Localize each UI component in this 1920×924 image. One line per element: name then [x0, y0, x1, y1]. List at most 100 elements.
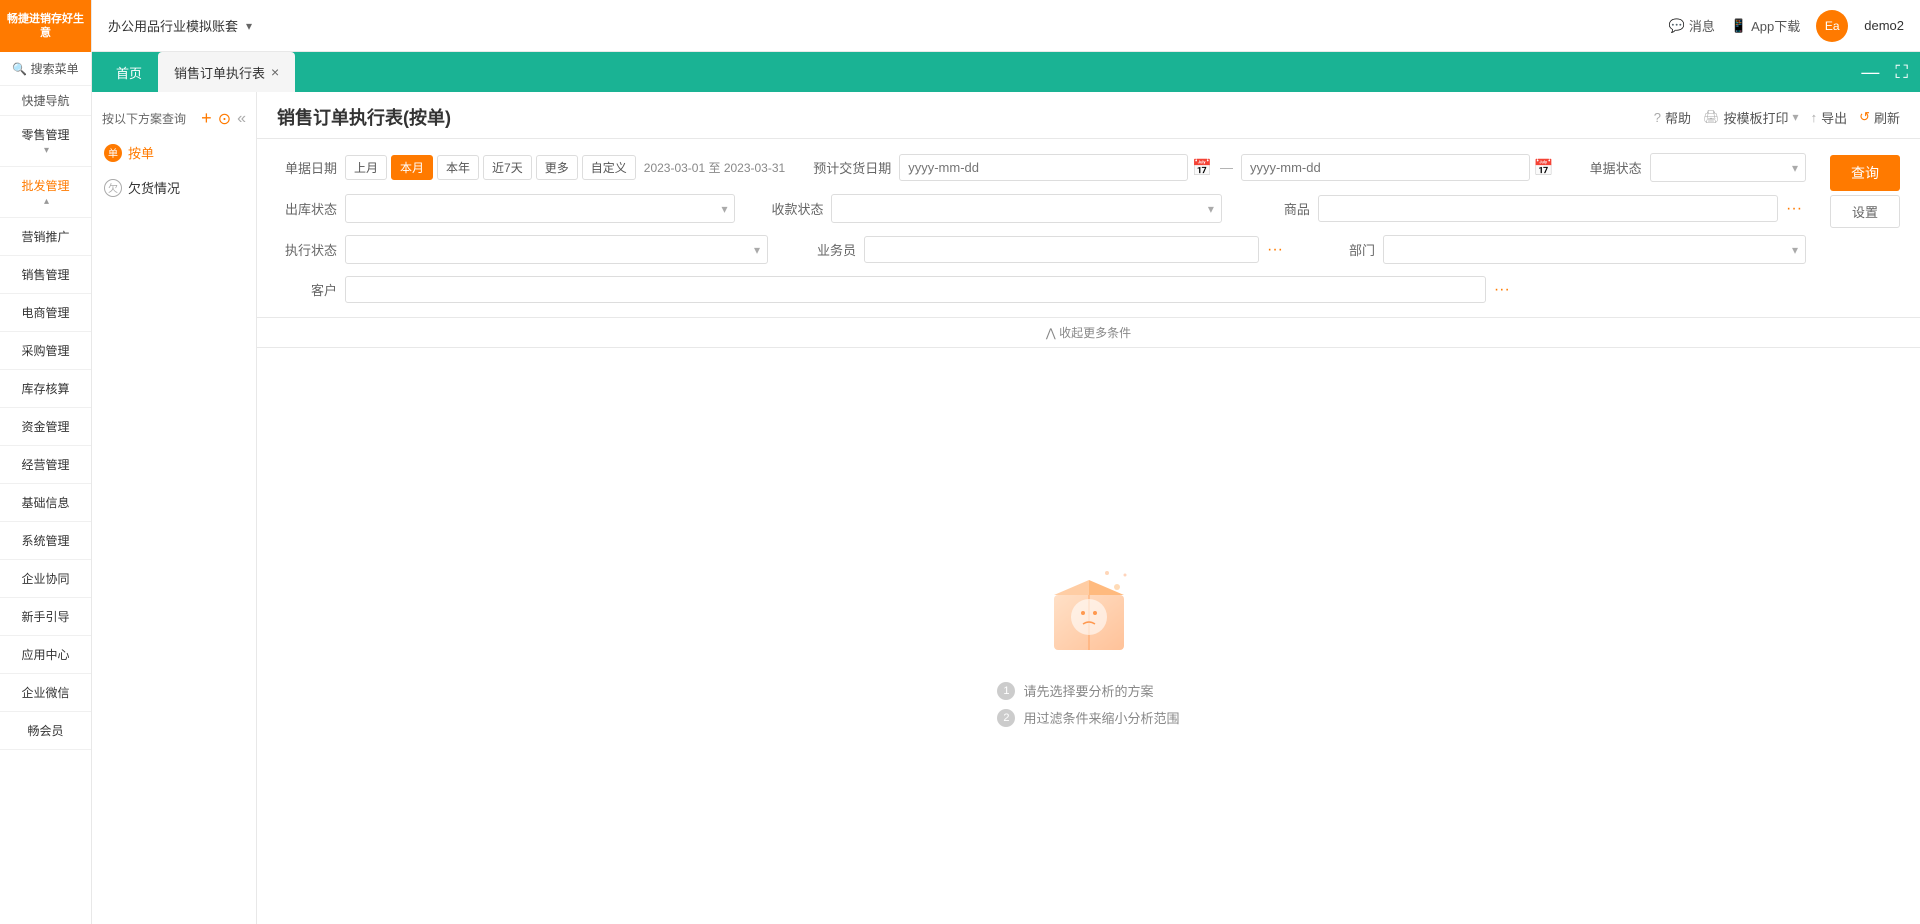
tab-sales-order[interactable]: 销售订单执行表 × [158, 52, 295, 92]
sidebar-item-system[interactable]: 系统管理 [0, 522, 91, 560]
department-wrapper [1383, 235, 1806, 264]
date-btn-more[interactable]: 更多 [536, 155, 578, 180]
goods-dots-btn[interactable]: ··· [1782, 200, 1806, 218]
user-name: demo2 [1864, 18, 1904, 33]
sidebar-item-retail[interactable]: 零售管理 ▾ [0, 116, 91, 167]
left-panel-item-shortage[interactable]: 欠 欠货情况 [92, 170, 256, 205]
receipt-status-select[interactable] [831, 194, 1221, 223]
right-panel: 销售订单执行表(按单) ? 帮助 🖨 按模板打印 ▾ ↑ 导出 [257, 92, 1920, 924]
print-btn[interactable]: 🖨 按模板打印 ▾ [1703, 108, 1799, 127]
help-btn[interactable]: ? 帮助 [1654, 108, 1691, 127]
app-logo: 畅捷进销存好生意 [0, 0, 91, 52]
query-button[interactable]: 查询 [1830, 155, 1900, 191]
sidebar-item-label: 资金管理 [21, 418, 69, 435]
chevron-up-icon: ▴ [44, 196, 49, 207]
avatar-text: Ea [1825, 19, 1840, 33]
sidebar-item-label: 库存核算 [21, 380, 69, 397]
breadcrumb-dropdown[interactable]: ▾ [246, 19, 252, 33]
download-icon: 📱 [1731, 18, 1747, 34]
execution-status-wrapper [345, 235, 768, 264]
execution-status-label: 执行状态 [277, 240, 337, 259]
main-content: 办公用品行业模拟账套 ▾ 💬 消息 📱 App下载 Ea demo2 首页 销售… [92, 0, 1920, 924]
sidebar-item-finance[interactable]: 资金管理 [0, 408, 91, 446]
sidebar-item-basic[interactable]: 基础信息 [0, 484, 91, 522]
department-select[interactable] [1383, 235, 1806, 264]
sidebar-item-ecommerce[interactable]: 电商管理 [0, 294, 91, 332]
sidebar-item-guide[interactable]: 新手引导 [0, 598, 91, 636]
receipt-status-wrapper [831, 194, 1221, 223]
customer-input[interactable] [345, 276, 1486, 303]
expected-date-start-wrapper: 📅 [899, 154, 1212, 181]
tab-maximize-btn[interactable]: ⛶ [1891, 62, 1912, 83]
sidebar-item-marketing[interactable]: 营销推广 [0, 218, 91, 256]
tab-close-icon[interactable]: × [271, 64, 279, 80]
date-btn-this-year[interactable]: 本年 [437, 155, 479, 180]
tab-sales-order-label: 销售订单执行表 [174, 63, 265, 82]
tab-home[interactable]: 首页 [100, 52, 158, 92]
delivery-status-label: 出库状态 [277, 199, 337, 218]
expected-date-start-input[interactable] [899, 154, 1188, 181]
sidebar-item-member[interactable]: 畅会员 [0, 712, 91, 750]
refresh-btn[interactable]: ↺ 刷新 [1859, 108, 1900, 127]
goods-label: 商品 [1250, 199, 1310, 218]
calendar-start-icon[interactable]: 📅 [1192, 158, 1212, 178]
print-dropdown-icon[interactable]: ▾ [1793, 110, 1799, 124]
salesperson-dots-btn[interactable]: ··· [1263, 241, 1287, 259]
left-panel-item-byorder[interactable]: 单 按单 [92, 135, 256, 170]
refresh-icon: ↺ [1859, 109, 1870, 125]
edit-scheme-btn[interactable]: ⊙ [218, 109, 231, 129]
sidebar-item-purchase[interactable]: 采购管理 [0, 332, 91, 370]
sidebar-item-inventory[interactable]: 库存核算 [0, 370, 91, 408]
page-header: 销售订单执行表(按单) ? 帮助 🖨 按模板打印 ▾ ↑ 导出 [257, 92, 1920, 139]
tab-minimize-btn[interactable]: — [1857, 62, 1883, 83]
sidebar-item-label: 批发管理 [21, 177, 69, 194]
customer-dots-btn[interactable]: ··· [1490, 281, 1514, 299]
delivery-status-select[interactable] [345, 194, 735, 223]
goods-input[interactable] [1318, 195, 1778, 222]
filter-row-3: 执行状态 业务员 ··· 部门 [277, 235, 1806, 264]
sidebar-item-label: 零售管理 [21, 126, 69, 143]
breadcrumb-text: 办公用品行业模拟账套 [108, 16, 238, 35]
sidebar-item-enterprise[interactable]: 企业协同 [0, 560, 91, 598]
filter-top-row: 单据日期 上月 本月 本年 近7天 更多 自定义 2023-03-01 至 20… [277, 153, 1900, 303]
collapse-panel-btn[interactable]: « [237, 110, 246, 128]
date-btn-this-month[interactable]: 本月 [391, 155, 433, 180]
execution-status-select[interactable] [345, 235, 768, 264]
sidebar-item-operations[interactable]: 经营管理 [0, 446, 91, 484]
app-download-label: App下载 [1751, 16, 1800, 35]
sidebar-item-label: 经营管理 [21, 456, 69, 473]
setting-button[interactable]: 设置 [1830, 195, 1900, 228]
user-avatar[interactable]: Ea [1816, 10, 1848, 42]
export-btn[interactable]: ↑ 导出 [1811, 108, 1848, 127]
app-download-btn[interactable]: 📱 App下载 [1731, 16, 1800, 35]
date-btn-custom[interactable]: 自定义 [582, 155, 636, 180]
help-icon: ? [1654, 110, 1661, 125]
date-btn-last-month[interactable]: 上月 [345, 155, 387, 180]
message-label: 消息 [1689, 16, 1715, 35]
page-title: 销售订单执行表(按单) [277, 104, 451, 130]
status-filter-label: 单据状态 [1582, 158, 1642, 177]
tab-home-label: 首页 [116, 63, 142, 82]
date-btn-last-7-days[interactable]: 近7天 [483, 155, 532, 180]
status-select[interactable] [1650, 153, 1806, 182]
top-bar-right: 💬 消息 📱 App下载 Ea demo2 [1669, 10, 1904, 42]
sidebar-search-label: 搜索菜单 [31, 62, 79, 76]
sidebar-item-wechat[interactable]: 企业微信 [0, 674, 91, 712]
empty-illustration [1029, 545, 1149, 665]
add-scheme-btn[interactable]: + [201, 108, 212, 129]
status-select-wrapper [1650, 153, 1806, 182]
sidebar-item-app[interactable]: 应用中心 [0, 636, 91, 674]
page-header-actions: ? 帮助 🖨 按模板打印 ▾ ↑ 导出 ↺ 刷新 [1654, 108, 1900, 127]
quick-nav[interactable]: 快捷导航 [0, 86, 91, 116]
goods-input-wrapper: ··· [1318, 195, 1806, 222]
sidebar-item-wholesale[interactable]: 批发管理 ▴ [0, 167, 91, 218]
collapse-bar[interactable]: ⋀ 收起更多条件 [257, 318, 1920, 348]
quick-nav-label: 快捷导航 [21, 94, 69, 108]
sidebar-search[interactable]: 🔍 搜索菜单 [0, 52, 91, 86]
expected-date-end-input[interactable] [1241, 154, 1530, 181]
message-btn[interactable]: 💬 消息 [1669, 16, 1715, 35]
calendar-end-icon[interactable]: 📅 [1534, 158, 1554, 178]
salesperson-input[interactable] [864, 236, 1259, 263]
sidebar-item-sales[interactable]: 销售管理 [0, 256, 91, 294]
help-label: 帮助 [1665, 108, 1691, 127]
